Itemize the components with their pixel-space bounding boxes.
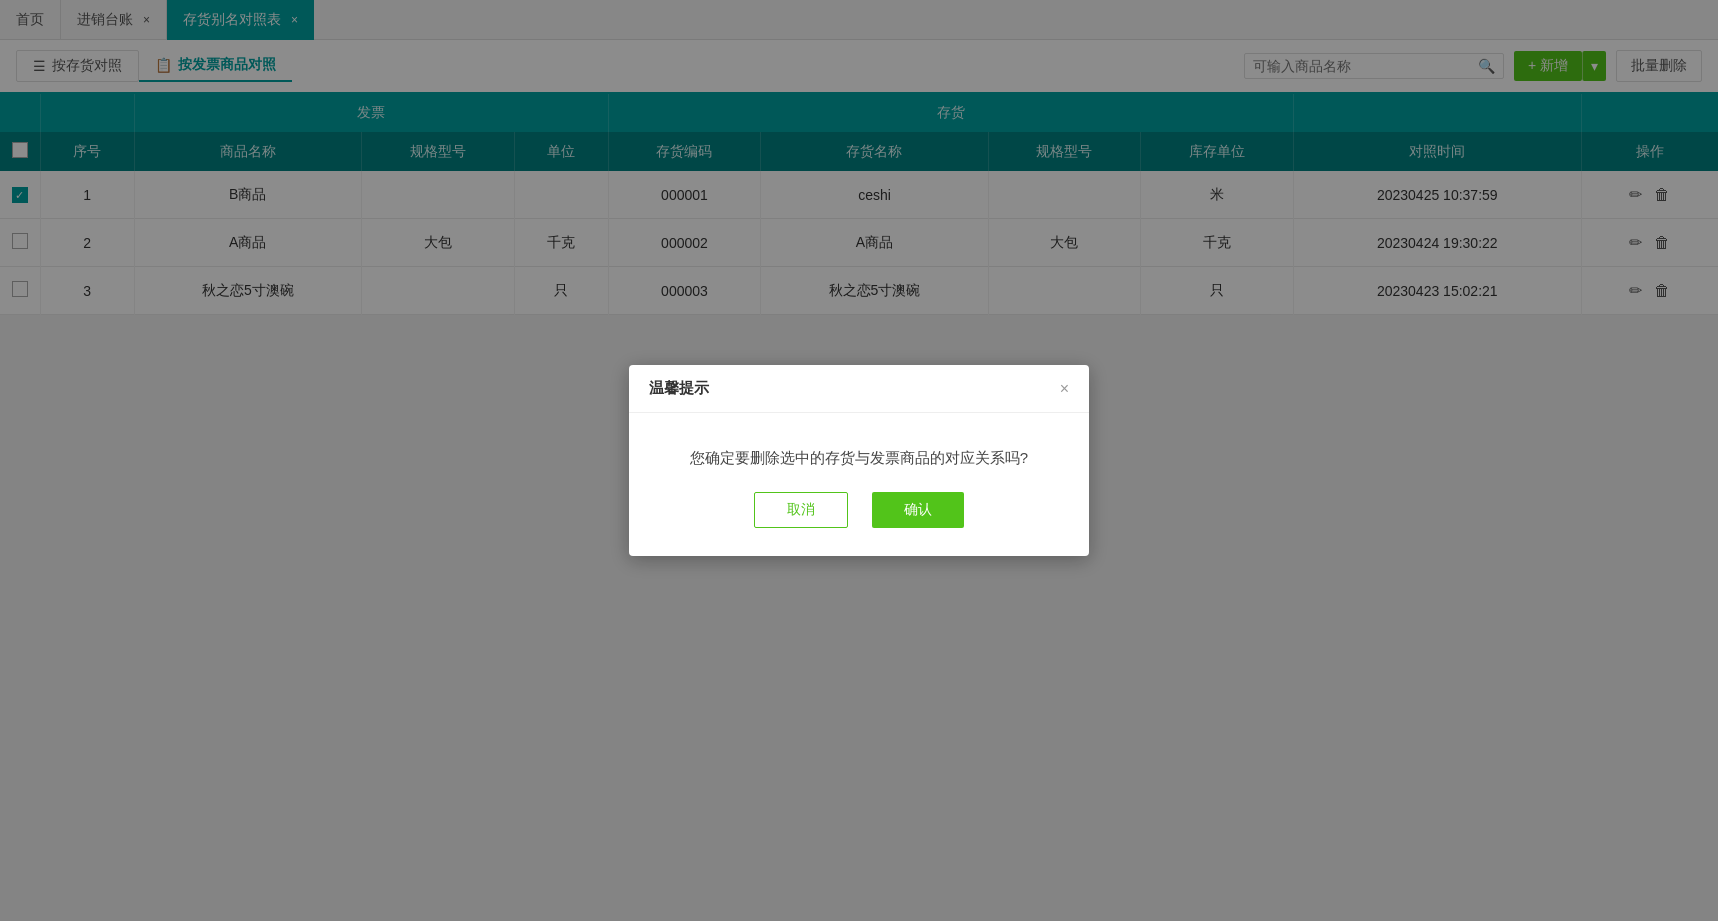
cancel-button[interactable]: 取消 xyxy=(754,492,848,528)
confirm-button[interactable]: 确认 xyxy=(872,492,964,528)
dialog-message: 您确定要删除选中的存货与发票商品的对应关系吗? xyxy=(690,449,1028,466)
modal-overlay: 温馨提示 × 您确定要删除选中的存货与发票商品的对应关系吗? 取消 确认 xyxy=(0,0,1718,921)
confirm-dialog: 温馨提示 × 您确定要删除选中的存货与发票商品的对应关系吗? 取消 确认 xyxy=(629,365,1089,556)
dialog-footer: 取消 确认 xyxy=(629,492,1089,556)
dialog-body: 您确定要删除选中的存货与发票商品的对应关系吗? xyxy=(629,413,1089,492)
dialog-close-btn[interactable]: × xyxy=(1060,381,1069,397)
dialog-title: 温馨提示 xyxy=(649,379,709,398)
dialog-header: 温馨提示 × xyxy=(629,365,1089,413)
